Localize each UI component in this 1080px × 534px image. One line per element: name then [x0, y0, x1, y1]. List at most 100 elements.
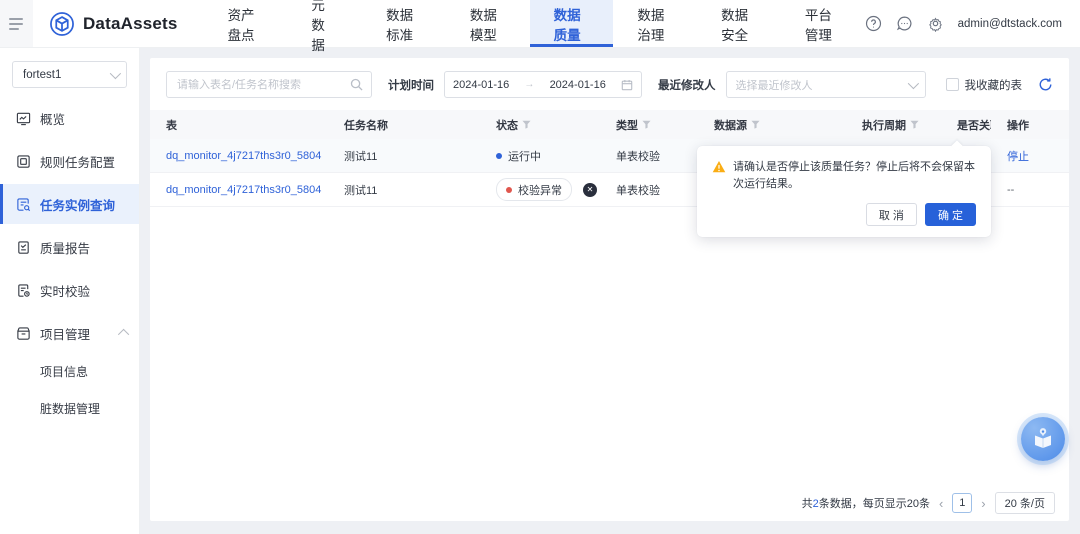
workspace-select-value: fortest1	[23, 69, 61, 81]
top-navigation: 资产盘点 元数据 数据标准 数据模型 数据质量 数据治理 数据安全 平台管理	[204, 0, 865, 47]
logo-cube-icon	[49, 11, 75, 37]
search-input[interactable]	[177, 79, 350, 91]
favorite-checkbox-label: 我收藏的表	[965, 77, 1023, 93]
col-header-action: 操作	[991, 117, 1069, 133]
cancel-button[interactable]: 取 消	[866, 203, 917, 226]
nav-platform-management[interactable]: 平台管理	[781, 0, 865, 47]
date-range-arrow-icon: →	[524, 79, 534, 90]
realtime-check-icon	[16, 283, 31, 298]
sidebar-subitem-label: 脏数据管理	[40, 400, 100, 417]
sidebar-item-task-instance-query[interactable]: 任务实例查询	[0, 184, 139, 224]
favorite-tables-filter[interactable]: 我收藏的表	[946, 77, 1023, 93]
page-size-select[interactable]: 20 条/页	[995, 492, 1055, 514]
table-header-row: 表 任务名称 状态 类型 数据源 执行周期 是否关联	[150, 110, 1069, 139]
sidebar-item-label: 规则任务配置	[40, 152, 115, 171]
quality-report-icon	[16, 240, 31, 255]
plan-time-range-picker[interactable]: 2024-01-16 → 2024-01-16	[444, 71, 642, 98]
rule-task-config-icon	[16, 154, 31, 169]
guide-book-pin-icon	[1031, 427, 1055, 451]
project-management-icon	[16, 326, 31, 341]
nav-metadata[interactable]: 元数据	[287, 0, 362, 47]
help-icon[interactable]	[865, 15, 882, 32]
nav-asset-inventory[interactable]: 资产盘点	[204, 0, 288, 47]
user-email[interactable]: admin@dtstack.com	[958, 18, 1062, 30]
status-check-error: 校验异常	[496, 178, 572, 201]
filter-funnel-icon[interactable]	[522, 120, 531, 129]
sidebar-item-project-info[interactable]: 项目信息	[0, 353, 139, 390]
sidebar-item-realtime-check[interactable]: 实时校验	[0, 270, 139, 310]
header-right: admin@dtstack.com	[865, 0, 1080, 47]
settings-icon[interactable]	[927, 15, 944, 32]
sidebar-item-dirty-data-management[interactable]: 脏数据管理	[0, 390, 139, 427]
nav-data-security[interactable]: 数据安全	[697, 0, 781, 47]
calendar-icon	[621, 79, 633, 91]
task-type: 单表校验	[616, 148, 660, 164]
table-name-link[interactable]: dq_monitor_4j7217ths3r0_5804	[166, 150, 321, 162]
table-name-link[interactable]: dq_monitor_4j7217ths3r0_5804	[166, 184, 321, 196]
main-content-card: 计划时间 2024-01-16 → 2024-01-16 最近修改人 选择最近修…	[150, 58, 1069, 521]
search-box[interactable]	[166, 71, 372, 98]
stop-confirm-popover: 请确认是否停止该质量任务？停止后将不会保留本次运行结果。 取 消 确 定	[697, 146, 991, 237]
sidebar-collapse-button[interactable]	[0, 0, 33, 47]
col-header-type: 类型	[600, 117, 698, 133]
favorite-checkbox[interactable]	[946, 78, 959, 91]
modifier-label: 最近修改人	[658, 77, 716, 93]
search-icon[interactable]	[350, 78, 363, 91]
filter-bar: 计划时间 2024-01-16 → 2024-01-16 最近修改人 选择最近修…	[150, 58, 1069, 110]
chevron-down-icon	[110, 67, 121, 78]
filter-funnel-icon[interactable]	[910, 120, 919, 129]
pagination: 共2条数据，每页显示20条 ‹ 1 › 20 条/页	[150, 489, 1069, 521]
error-detail-icon[interactable]: ✕	[583, 183, 597, 197]
sidebar-item-rule-task-config[interactable]: 规则任务配置	[0, 141, 139, 181]
overview-icon	[16, 111, 31, 126]
status-dot	[496, 153, 502, 159]
nav-data-governance[interactable]: 数据治理	[613, 0, 697, 47]
help-guide-float-button[interactable]	[1021, 417, 1065, 461]
action-empty: --	[1007, 184, 1014, 196]
confirm-button[interactable]: 确 定	[925, 203, 976, 226]
task-instance-query-icon	[16, 197, 31, 212]
col-header-status: 状态	[480, 117, 600, 133]
prev-page-button[interactable]: ‹	[937, 496, 945, 511]
nav-data-standard[interactable]: 数据标准	[362, 0, 446, 47]
task-type: 单表校验	[616, 182, 660, 198]
sidebar-item-project-management[interactable]: 项目管理	[0, 313, 139, 353]
date-from-value[interactable]: 2024-01-16	[453, 79, 509, 91]
modifier-select-placeholder: 选择最近修改人	[736, 77, 813, 93]
task-name: 测试11	[344, 182, 377, 198]
workspace-select[interactable]: fortest1	[12, 61, 127, 88]
status-running: 运行中	[496, 148, 541, 164]
sidebar-item-label: 实时校验	[40, 281, 90, 300]
stop-action-link[interactable]: 停止	[1007, 148, 1029, 164]
col-header-table: 表	[150, 117, 328, 133]
nav-data-model[interactable]: 数据模型	[446, 0, 530, 47]
plan-time-label: 计划时间	[388, 77, 434, 93]
sidebar-item-label: 质量报告	[40, 238, 90, 257]
sidebar-item-quality-report[interactable]: 质量报告	[0, 227, 139, 267]
nav-data-quality[interactable]: 数据质量	[530, 0, 614, 47]
sidebar-item-label: 项目管理	[40, 324, 90, 343]
date-to-value[interactable]: 2024-01-16	[550, 79, 606, 91]
col-header-linked: 是否关联	[941, 117, 991, 133]
col-header-cycle: 执行周期	[846, 117, 941, 133]
confirm-message: 请确认是否停止该质量任务？停止后将不会保留本次运行结果。	[733, 159, 976, 193]
refresh-icon[interactable]	[1038, 77, 1053, 92]
filter-funnel-icon[interactable]	[751, 120, 760, 129]
next-page-button[interactable]: ›	[979, 496, 987, 511]
status-dot	[506, 187, 512, 193]
hamburger-icon	[9, 18, 23, 30]
chevron-up-icon	[118, 329, 129, 340]
table-empty-area	[150, 207, 1069, 489]
page-number-1[interactable]: 1	[952, 493, 972, 513]
sidebar-subitem-label: 项目信息	[40, 363, 88, 380]
brand[interactable]: DataAssets	[33, 0, 204, 47]
col-header-task-name: 任务名称	[328, 117, 480, 133]
modifier-select[interactable]: 选择最近修改人	[726, 71, 926, 98]
col-header-datasource: 数据源	[698, 117, 846, 133]
sidebar: fortest1 概览 规则任务配置	[0, 48, 140, 534]
warning-icon	[712, 160, 726, 174]
sidebar-item-overview[interactable]: 概览	[0, 98, 139, 138]
app-window: DataAssets 资产盘点 元数据 数据标准 数据模型 数据质量 数据治理 …	[0, 0, 1080, 534]
filter-funnel-icon[interactable]	[642, 120, 651, 129]
message-icon[interactable]	[896, 15, 913, 32]
